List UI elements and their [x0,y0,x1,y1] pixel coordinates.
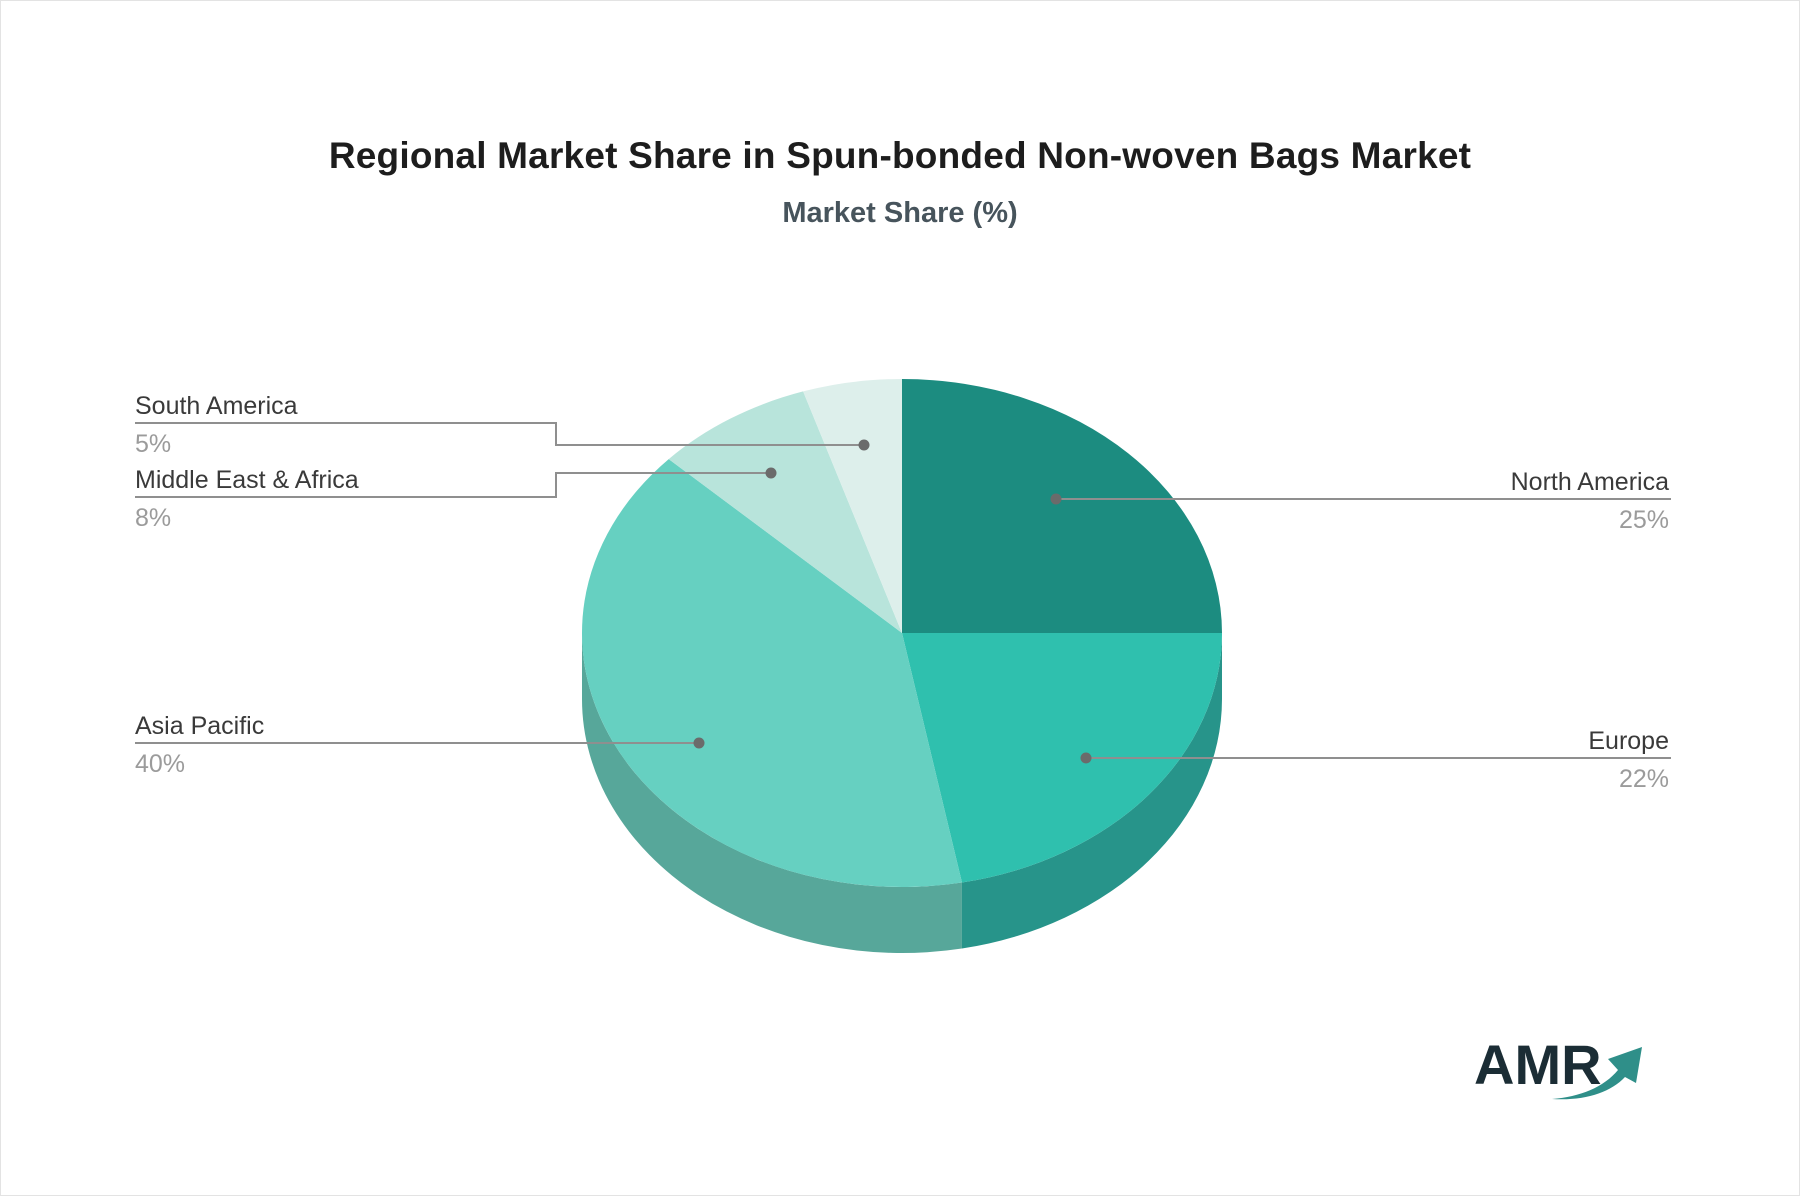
slice-percent: 40% [135,749,264,779]
slice-percent: 22% [1588,764,1669,794]
slice-label: Asia Pacific [135,711,264,741]
slice-label: North America [1511,467,1669,497]
callout-europe: Europe 22% [1588,726,1669,794]
pie-slice-north-america [902,379,1222,633]
leader-dot-south-america [859,440,870,451]
leader-dot-north-america [1051,494,1062,505]
slice-percent: 5% [135,429,298,459]
callout-north-america: North America 25% [1511,467,1669,535]
callout-middle-east-africa: Middle East & Africa 8% [135,465,359,533]
slice-label: South America [135,391,298,421]
callout-south-america: South America 5% [135,391,298,459]
leader-dot-europe [1081,753,1092,764]
slice-percent: 25% [1511,505,1669,535]
callout-asia-pacific: Asia Pacific 40% [135,711,264,779]
slice-label: Middle East & Africa [135,465,359,495]
amr-logo-arrow-icon [1546,1039,1646,1109]
slice-percent: 8% [135,503,359,533]
leader-dot-middle-east-africa [766,468,777,479]
slice-label: Europe [1588,726,1669,756]
pie-chart [1,1,1800,1196]
leader-dot-asia-pacific [694,738,705,749]
chart-canvas: Regional Market Share in Spun-bonded Non… [0,0,1800,1196]
